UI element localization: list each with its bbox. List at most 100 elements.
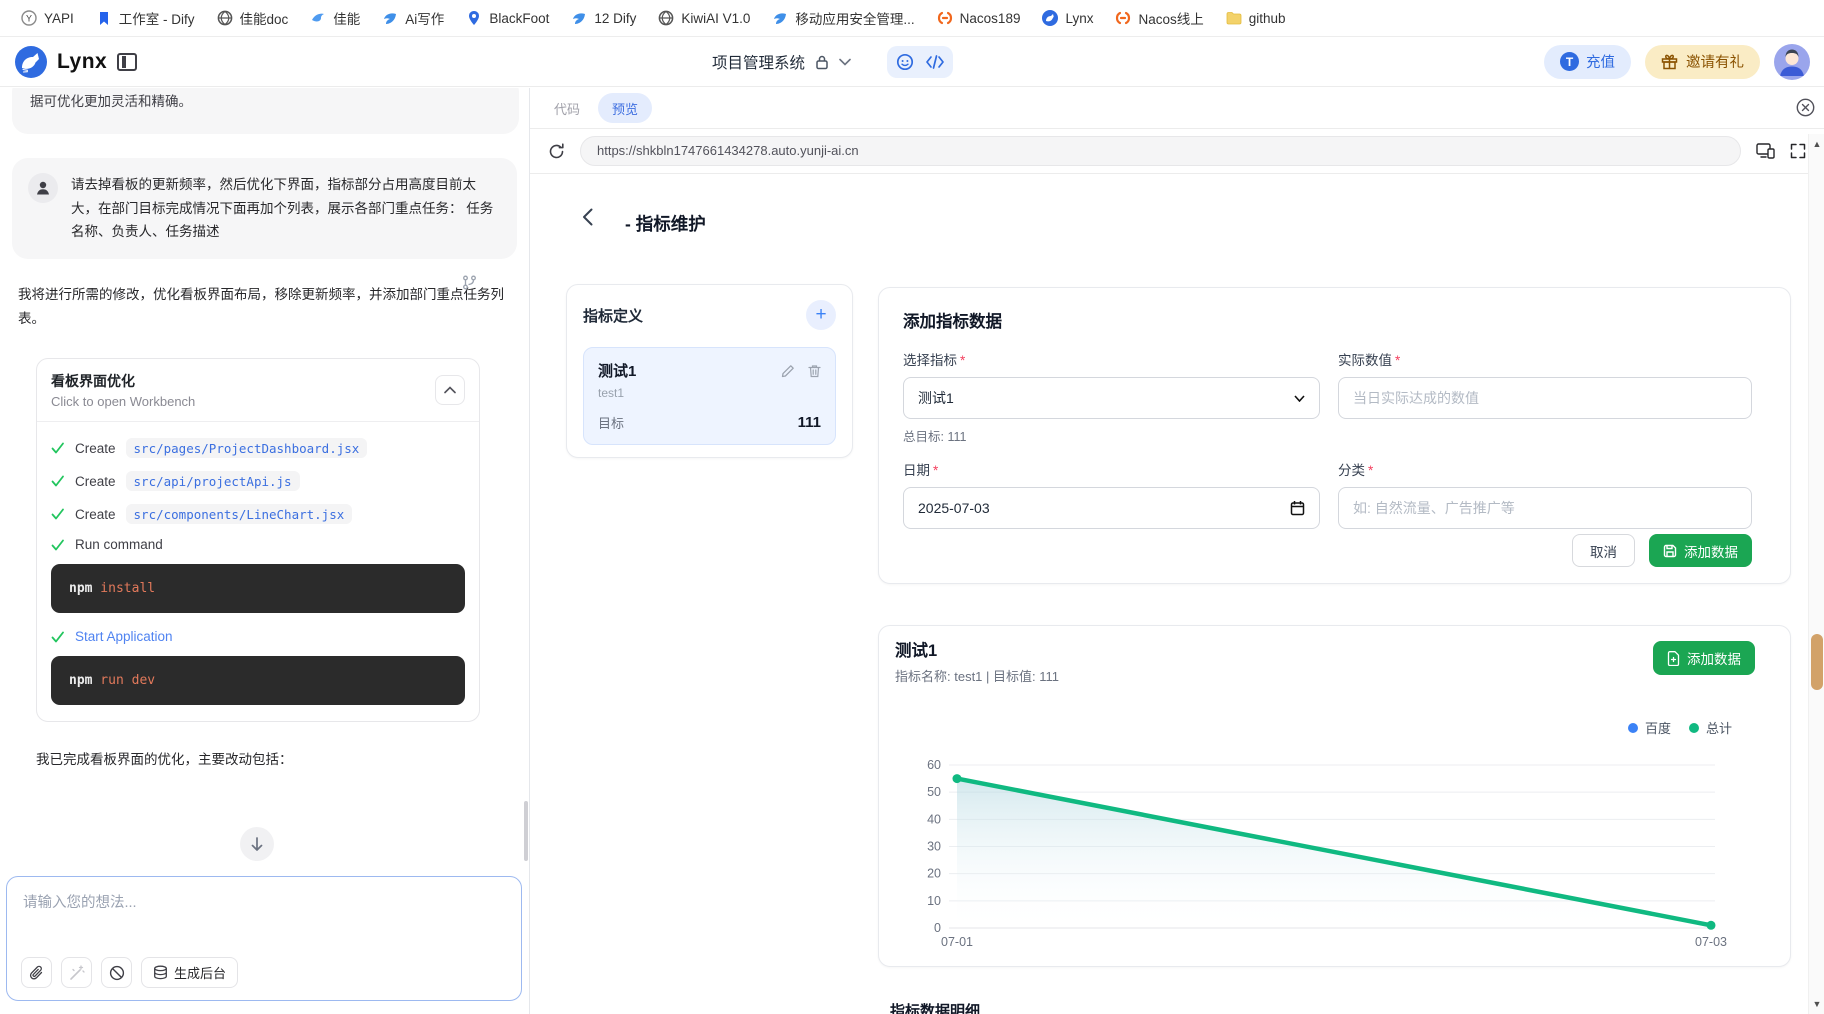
file-chip[interactable]: src/components/LineChart.jsx [125,504,353,525]
check-icon [51,631,64,643]
ban-button[interactable] [101,957,132,988]
svg-text:Y: Y [26,14,32,24]
bookmark-kiwiai[interactable]: KiwiAI V1.0 [647,6,761,30]
terminal-command-block: npm run dev [51,656,465,706]
chat-scroll-area[interactable]: 据可优化更加灵活和精确。 请去掉看板的更新频率，然后优化下界面，指标部分占用高度… [0,88,529,788]
scroll-to-bottom-button[interactable] [240,827,274,861]
actual-value-label: 实际数值 * [1338,353,1401,368]
check-icon [51,442,64,454]
devices-icon [1756,143,1775,159]
globe-favicon [658,10,674,26]
assistant-message: 我将进行所需的修改，优化看板界面布局，移除更新频率，并添加部门重点任务列表。 看… [18,275,511,788]
preview-scrollbar[interactable]: ▲ ▼ [1808,134,1824,1014]
workbench-card: 看板界面优化 Click to open Workbench Create sr… [36,358,480,723]
category-input[interactable]: 如: 自然流量、广告推广等 [1338,487,1752,529]
form-title: 添加指标数据 [903,313,1002,331]
add-metric-button[interactable]: + [806,300,836,330]
scrollbar-thumb[interactable] [1811,634,1823,690]
cancel-button[interactable]: 取消 [1572,534,1635,567]
chat-input[interactable]: 请输入您的想法... 生成后台 [6,876,522,1001]
chat-mode-button[interactable] [890,49,920,75]
bookmark-canon[interactable]: 佳能 [299,4,371,32]
form-buttons: 取消 添加数据 [1572,534,1752,567]
workbench-title: 看板界面优化 [51,373,135,390]
date-input[interactable]: 2025-07-03 [903,487,1320,529]
back-button[interactable] [582,208,593,232]
attach-button[interactable] [21,957,52,988]
assistant-message-clipped: 据可优化更加灵活和精确。 [12,88,519,134]
edit-metric-button[interactable] [781,364,795,378]
magic-wand-icon [69,964,85,980]
required-asterisk: * [1395,353,1401,368]
sidebar-toggle-icon[interactable] [117,52,138,71]
delete-metric-button[interactable] [808,364,821,378]
responsive-view-button[interactable] [1756,143,1775,159]
nacos-favicon [1115,10,1131,26]
close-preview-button[interactable] [1796,98,1815,122]
browser-bookmarks-bar: Y YAPI 工作室 - Dify 佳能doc 佳能 Ai写作 BlackFoo… [0,0,1824,37]
user-avatar[interactable] [1774,43,1810,80]
recharge-button[interactable]: T 充值 [1544,44,1631,79]
metric-select[interactable]: 测试1 [903,377,1320,419]
invite-label: 邀请有礼 [1686,55,1744,71]
bookmark-blackfoot[interactable]: BlackFoot [455,6,560,30]
bookmark-github[interactable]: github [1215,6,1297,30]
metric-list-item[interactable]: 测试1 test1 目标 111 [583,347,836,445]
bookmark-label: YAPI [44,10,74,26]
branch-icon[interactable] [462,275,477,295]
bookmark-12-dify[interactable]: 12 Dify [560,6,647,30]
bookmark-ai-writing[interactable]: Ai写作 [371,4,455,32]
actual-value-input[interactable]: 当日实际达成的数值 [1338,377,1752,419]
bookmark-label: BlackFoot [489,10,550,26]
bookmark-dify-studio[interactable]: 工作室 - Dify [85,4,206,32]
category-placeholder: 如: 自然流量、广告推广等 [1353,500,1515,516]
bookmark-lynx[interactable]: Lynx [1031,6,1104,30]
workbench-header[interactable]: 看板界面优化 Click to open Workbench [37,359,479,423]
step-label: Create [75,440,116,456]
nacos-favicon [937,10,953,26]
bookmark-nacos-online[interactable]: Nacos线上 [1104,4,1214,32]
url-input[interactable]: https://shkbln1747661434278.auto.yunji-a… [580,136,1741,166]
bookmark-nacos189[interactable]: Nacos189 [926,6,1032,30]
scrollbar-down-arrow[interactable]: ▼ [1809,996,1824,1012]
bookmark-mobile-security[interactable]: 移动应用安全管理... [761,4,925,32]
generate-backend-button[interactable]: 生成后台 [141,957,239,988]
category-label: 分类 * [1338,463,1374,478]
svg-text:20: 20 [927,867,941,881]
fullscreen-button[interactable] [1790,143,1806,159]
tab-preview[interactable]: 预览 [598,93,653,123]
app-logo[interactable]: Lynx [14,45,107,79]
refresh-button[interactable] [548,142,565,160]
add-metric-data-card: 添加指标数据 选择指标 * 测试1 总目标: 111 实际数值 * 当日实际达成… [878,287,1791,584]
select-chevron-icon [1294,394,1305,402]
user-message-text: 请去掉看板的更新频率，然后优化下界面，指标部分占用高度目前太大，在部门目标完成情… [71,177,494,240]
bookmark-canon-doc[interactable]: 佳能doc [206,4,300,32]
user-message: 请去掉看板的更新频率，然后优化下界面，指标部分占用高度目前太大，在部门目标完成情… [12,158,517,259]
magic-wand-button[interactable] [61,957,92,988]
invite-button[interactable]: 邀请有礼 [1645,44,1760,79]
tab-code[interactable]: 代码 [546,94,588,123]
lynx-favicon [1042,10,1059,26]
code-mode-button[interactable] [920,49,950,75]
workbench-step: Create src/api/projectApi.js [51,471,465,492]
pin-favicon [466,10,482,26]
bookmark-label: Nacos线上 [1138,12,1204,27]
chat-scrollbar-thumb[interactable] [524,801,528,861]
file-chip[interactable]: src/api/projectApi.js [125,471,300,492]
app-header: Lynx 项目管理系统 T 充值 邀请有礼 [0,37,1824,87]
header-right-group: T 充值 邀请有礼 [1544,43,1810,80]
start-application-link[interactable]: Start Application [75,629,173,644]
collapse-button[interactable] [435,375,465,406]
submit-add-data-button[interactable]: 添加数据 [1649,534,1752,567]
svg-text:40: 40 [927,812,941,826]
token-coin-icon: T [1560,52,1579,71]
bookmark-yapi[interactable]: Y YAPI [10,6,85,30]
step-label: Run command [75,537,163,553]
header-tools-pill [887,46,954,78]
chevron-down-icon[interactable] [839,58,851,66]
file-chip[interactable]: src/pages/ProjectDashboard.jsx [125,438,368,459]
project-title[interactable]: 项目管理系统 [712,51,805,73]
calendar-icon[interactable] [1290,500,1305,516]
metric-chart-card: 测试1 指标名称: test1 | 目标值: 111 添加数据 百度 总计 0 … [878,625,1791,967]
scrollbar-up-arrow[interactable]: ▲ [1809,136,1824,152]
